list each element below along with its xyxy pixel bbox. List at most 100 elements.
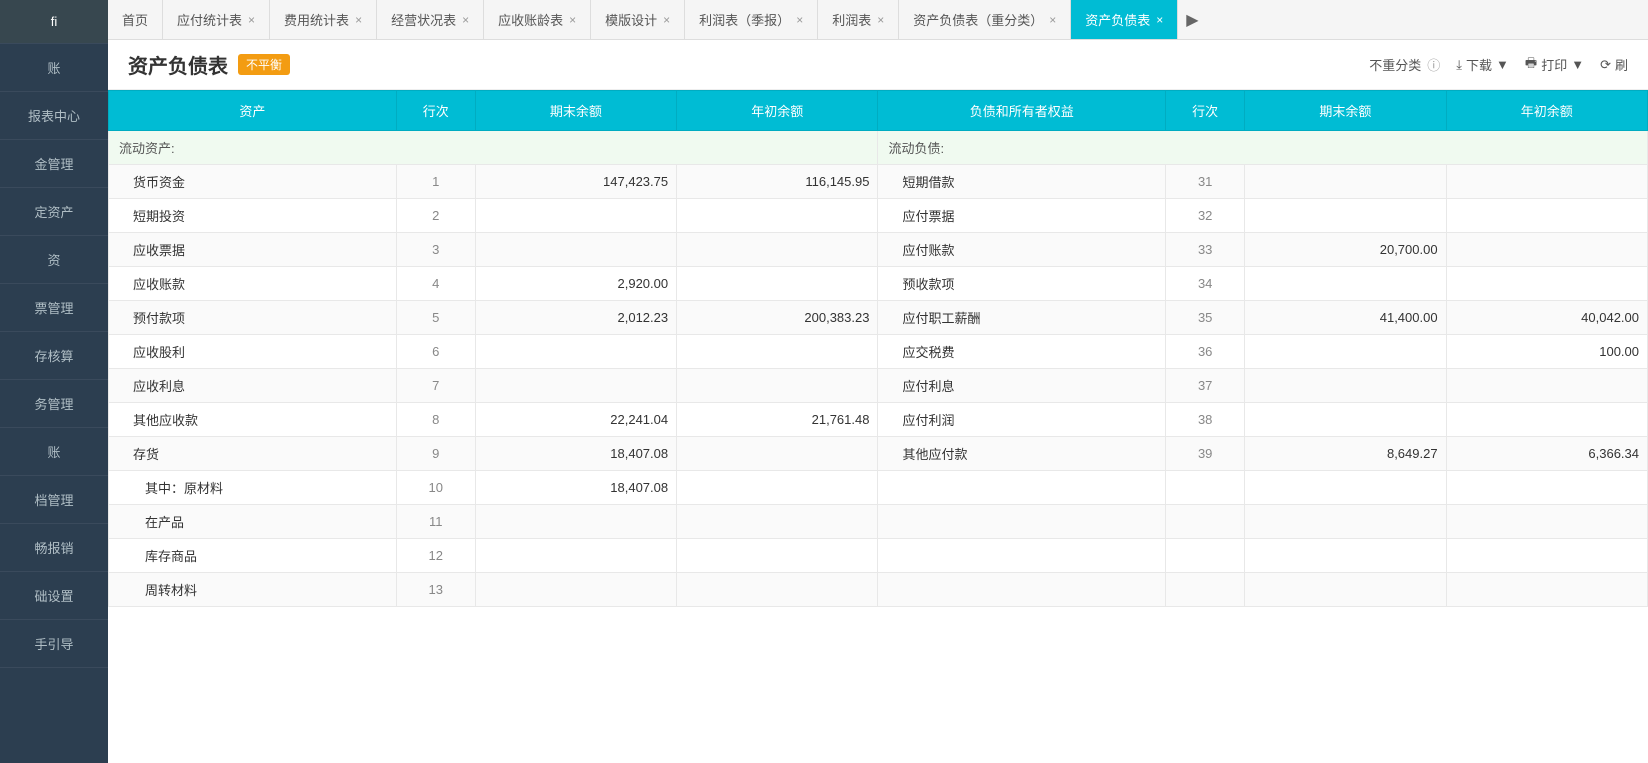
right-row-num: 34 [1166, 267, 1245, 301]
right-row-num [1166, 573, 1245, 607]
right-row-num: 33 [1166, 233, 1245, 267]
tab-close-template-design[interactable]: × [663, 13, 670, 27]
right-label [878, 471, 1166, 505]
left-label: 应收利息 [109, 369, 397, 403]
sidebar-item-file-mgmt[interactable]: 档管理 [0, 476, 108, 524]
left-row-num: 11 [396, 505, 475, 539]
print-btn[interactable]: 🖶 打印 ▼ [1525, 54, 1584, 76]
right-row-num: 35 [1166, 301, 1245, 335]
tab-nav-right[interactable]: ▶ [1178, 0, 1206, 40]
tab-close-profit[interactable]: × [877, 13, 884, 27]
left-start-balance [677, 267, 878, 301]
tab-close-operation-stat[interactable]: × [462, 13, 469, 27]
no-reclassify-btn[interactable]: 不重分类 ⓘ [1369, 55, 1440, 74]
tab-operation-stat[interactable]: 经营状况表 × [377, 0, 484, 40]
sidebar-item-ticket-mgmt[interactable]: 票管理 [0, 284, 108, 332]
download-icon: ⤓ [1456, 57, 1462, 73]
page-title-area: 资产负债表 不平衡 [128, 50, 290, 79]
tab-profit[interactable]: 利润表 × [818, 0, 899, 40]
left-start-balance: 116,145.95 [677, 165, 878, 199]
left-start-balance [677, 471, 878, 505]
col-end-balance2: 期末余额 [1245, 91, 1446, 131]
sidebar-item-report-center[interactable]: 报表中心 [0, 92, 108, 140]
right-row-num: 37 [1166, 369, 1245, 403]
left-row-num: 12 [396, 539, 475, 573]
left-end-balance [475, 369, 676, 403]
tab-close-profit-quarterly[interactable]: × [796, 13, 803, 27]
right-start-balance [1446, 369, 1647, 403]
col-end-balance: 期末余额 [475, 91, 676, 131]
right-label [878, 539, 1166, 573]
sidebar-item-affairs-mgmt[interactable]: 务管理 [0, 380, 108, 428]
print-icon: 🖶 [1525, 54, 1537, 76]
left-end-balance [475, 539, 676, 573]
left-start-balance [677, 233, 878, 267]
refresh-btn[interactable]: ⟳ 刷 [1600, 55, 1628, 74]
table-container: 资产 行次 期末余额 年初余额 负债和所有者权益 行次 期末余额 年初余额 流动… [108, 90, 1648, 763]
sidebar-item-ledger[interactable]: 账 [0, 428, 108, 476]
col-start-balance: 年初余额 [677, 91, 878, 131]
tab-close-payable-stat[interactable]: × [248, 13, 255, 27]
tab-expense-stat[interactable]: 费用统计表 × [270, 0, 377, 40]
left-end-balance [475, 573, 676, 607]
tab-close-balance-reclassify[interactable]: × [1049, 13, 1056, 27]
left-start-balance: 200,383.23 [677, 301, 878, 335]
left-label: 货币资金 [109, 165, 397, 199]
left-row-num: 2 [396, 199, 475, 233]
tab-close-expense-stat[interactable]: × [355, 13, 362, 27]
right-start-balance [1446, 233, 1647, 267]
right-start-balance [1446, 267, 1647, 301]
right-end-balance [1245, 369, 1446, 403]
sidebar-item-guide[interactable]: 手引导 [0, 620, 108, 668]
sidebar: fi 账 报表中心 金管理 定资产 资 票管理 存核算 务管理 账 档管理 畅报… [0, 0, 108, 763]
tab-balance-reclassify[interactable]: 资产负债表（重分类） × [899, 0, 1071, 40]
header-actions: 不重分类 ⓘ ⤓ 下载 ▼ 🖶 打印 ▼ ⟳ 刷 [1369, 54, 1628, 76]
right-end-balance [1245, 539, 1446, 573]
sidebar-item-fi[interactable]: fi [0, 0, 108, 44]
tab-payable-stat[interactable]: 应付统计表 × [163, 0, 270, 40]
sidebar-item-fixed-assets[interactable]: 定资产 [0, 188, 108, 236]
left-row-num: 1 [396, 165, 475, 199]
sidebar-item-fund-mgmt[interactable]: 金管理 [0, 140, 108, 188]
right-end-balance [1245, 267, 1446, 301]
left-label: 存货 [109, 437, 397, 471]
sidebar-item-stock-calc[interactable]: 存核算 [0, 332, 108, 380]
right-end-balance [1245, 505, 1446, 539]
unbalanced-badge: 不平衡 [238, 54, 290, 75]
left-label: 预付款项 [109, 301, 397, 335]
sidebar-item-investment[interactable]: 资 [0, 236, 108, 284]
sidebar-item-expense[interactable]: 畅报销 [0, 524, 108, 572]
tab-home[interactable]: 首页 [108, 0, 163, 40]
left-start-balance [677, 505, 878, 539]
right-end-balance [1245, 471, 1446, 505]
section-left-label: 流动资产: [109, 131, 878, 165]
right-row-num [1166, 505, 1245, 539]
right-start-balance: 40,042.00 [1446, 301, 1647, 335]
right-start-balance [1446, 505, 1647, 539]
left-row-num: 7 [396, 369, 475, 403]
right-label: 应付利息 [878, 369, 1166, 403]
left-label: 其中：原材料 [109, 471, 397, 505]
left-row-num: 5 [396, 301, 475, 335]
left-row-num: 3 [396, 233, 475, 267]
tab-template-design[interactable]: 模版设计 × [591, 0, 685, 40]
tab-balance-sheet[interactable]: 资产负债表 × [1071, 0, 1178, 40]
left-end-balance [475, 505, 676, 539]
tab-profit-quarterly[interactable]: 利润表（季报） × [685, 0, 818, 40]
left-start-balance [677, 335, 878, 369]
left-row-num: 13 [396, 573, 475, 607]
right-end-balance [1245, 199, 1446, 233]
download-btn[interactable]: ⤓ 下载 ▼ [1456, 55, 1509, 74]
refresh-icon: ⟳ [1600, 57, 1611, 73]
right-label [878, 505, 1166, 539]
left-end-balance: 147,423.75 [475, 165, 676, 199]
balance-sheet-table: 资产 行次 期末余额 年初余额 负债和所有者权益 行次 期末余额 年初余额 流动… [108, 90, 1648, 607]
right-label: 应付票据 [878, 199, 1166, 233]
right-end-balance: 41,400.00 [1245, 301, 1446, 335]
left-start-balance [677, 437, 878, 471]
tab-close-receivable-aging[interactable]: × [569, 13, 576, 27]
sidebar-item-settings[interactable]: 础设置 [0, 572, 108, 620]
tab-receivable-aging[interactable]: 应收账龄表 × [484, 0, 591, 40]
tab-close-balance-sheet[interactable]: × [1156, 13, 1163, 27]
sidebar-item-account[interactable]: 账 [0, 44, 108, 92]
